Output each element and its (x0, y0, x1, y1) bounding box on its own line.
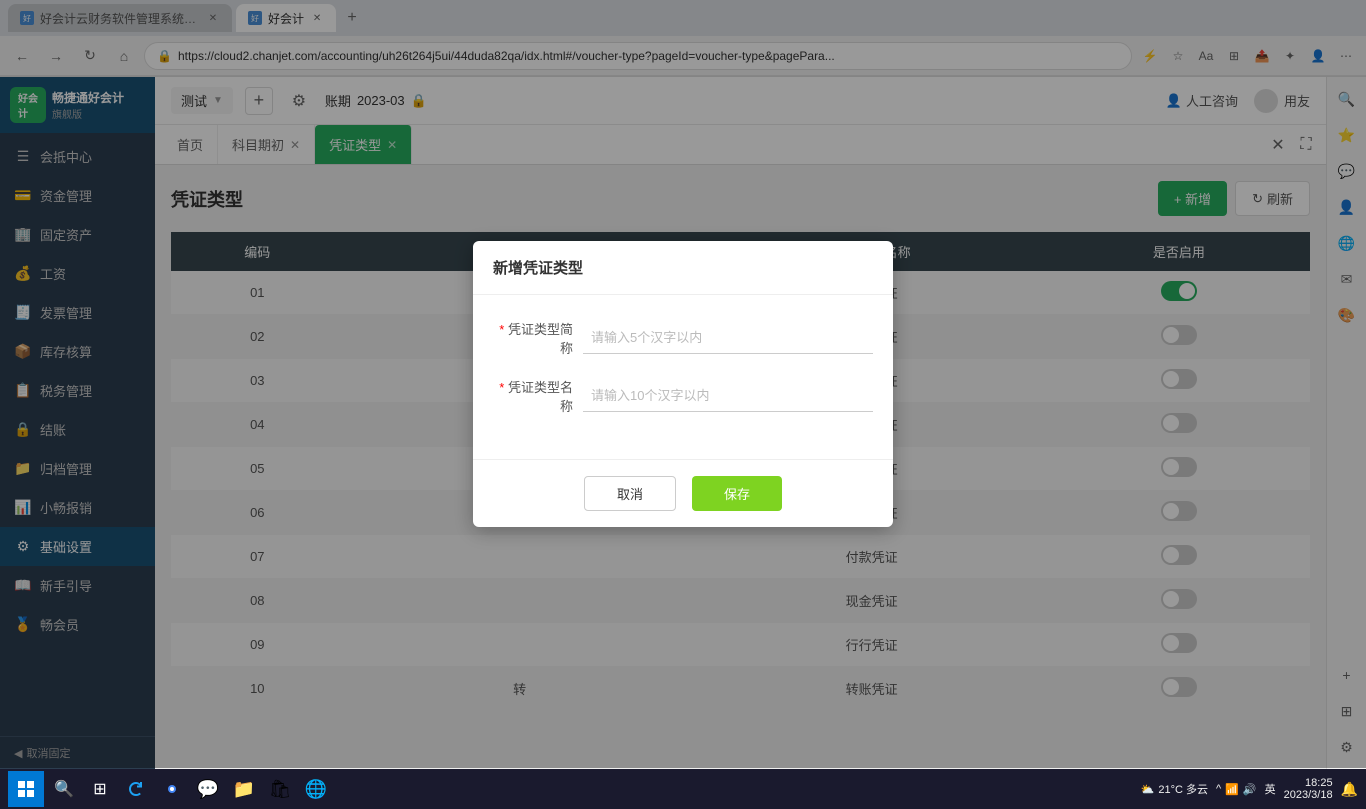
taskbar-date: 2023/3/18 (1284, 789, 1333, 801)
taskbar-wechat[interactable]: 💬 (192, 773, 224, 805)
taskbar-edge2[interactable]: 🌐 (300, 773, 332, 805)
required-mark-2: * (499, 380, 504, 395)
cancel-button[interactable]: 取消 (584, 476, 676, 511)
name-label-text: 凭证类型名称 (508, 380, 573, 414)
short-label-text: 凭证类型简称 (508, 322, 573, 356)
volume-icon: 🔊 (1243, 783, 1257, 796)
short-input[interactable] (583, 322, 873, 354)
taskbar: 🔍 ⊞ 💬 📁 🛍 🌐 ⛅ 21°C 多云 ^ 📶 🔊 英 18:25 2023… (0, 769, 1366, 809)
arrow-icon[interactable]: ^ (1216, 783, 1221, 795)
modal-footer: 取消 保存 (473, 459, 893, 527)
form-row-short: * 凭证类型简称 (493, 319, 873, 357)
short-label: * 凭证类型简称 (493, 319, 583, 357)
weather-icon: ⛅ (1141, 783, 1155, 796)
taskbar-right: ⛅ 21°C 多云 ^ 📶 🔊 英 18:25 2023/3/18 🔔 (1141, 777, 1358, 801)
network-icon: 📶 (1225, 783, 1239, 796)
name-label: * 凭证类型名称 (493, 377, 583, 415)
lang-indicator: 英 (1265, 781, 1276, 797)
taskbar-sys-icons: ^ 📶 🔊 (1216, 783, 1257, 796)
save-button[interactable]: 保存 (692, 476, 782, 511)
weather-temp: 21°C 多云 (1158, 781, 1208, 797)
taskbar-edge[interactable] (120, 773, 152, 805)
taskbar-store[interactable]: 🛍 (264, 773, 296, 805)
modal-body: * 凭证类型简称 * 凭证类型名称 (473, 295, 893, 459)
taskbar-explorer[interactable]: 📁 (228, 773, 260, 805)
taskbar-search[interactable]: 🔍 (48, 773, 80, 805)
weather-info: ⛅ 21°C 多云 (1141, 781, 1208, 797)
name-input[interactable] (583, 380, 873, 412)
form-row-name: * 凭证类型名称 (493, 377, 873, 415)
taskbar-chrome[interactable] (156, 773, 188, 805)
taskbar-time-area: 18:25 2023/3/18 (1284, 777, 1333, 801)
modal-header: 新增凭证类型 (473, 241, 893, 295)
taskbar-time: 18:25 (1284, 777, 1333, 789)
add-voucher-type-modal: 新增凭证类型 * 凭证类型简称 * 凭证类型名称 取消 保存 (473, 241, 893, 527)
required-mark-1: * (499, 322, 504, 337)
taskbar-task-view[interactable]: ⊞ (84, 773, 116, 805)
modal-overlay: 新增凭证类型 * 凭证类型简称 * 凭证类型名称 取消 保存 (0, 0, 1366, 768)
start-button[interactable] (8, 771, 44, 807)
modal-title: 新增凭证类型 (493, 257, 583, 278)
notification-icon[interactable]: 🔔 (1341, 781, 1358, 798)
